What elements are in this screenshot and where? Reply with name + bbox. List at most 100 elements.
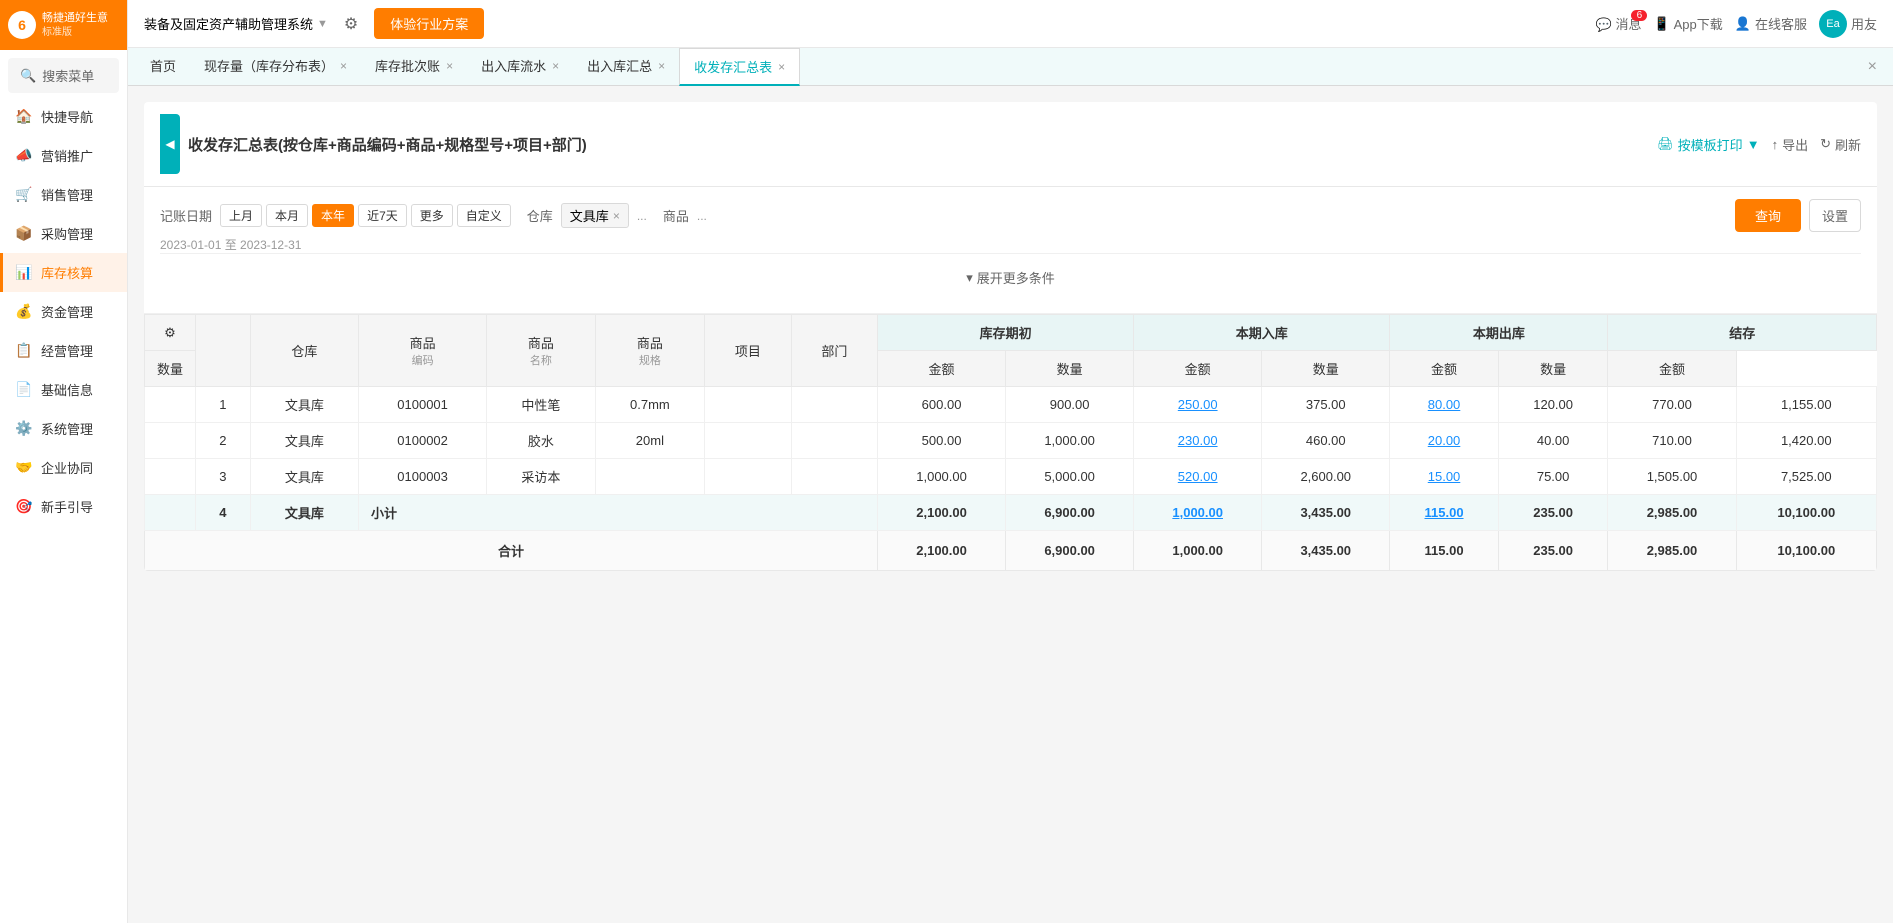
app-logo: 6 畅捷通好生意 标准版	[0, 0, 127, 50]
row-dept	[791, 423, 877, 459]
date-btn-custom[interactable]: 自定义	[457, 204, 511, 227]
sidebar-item-inventory-label: 库存核算	[41, 263, 93, 282]
col-row-num	[196, 315, 251, 387]
sidebar-item-purchase[interactable]: 📦 采购管理	[0, 214, 127, 253]
row-in-qty[interactable]: 250.00	[1134, 387, 1262, 423]
print-btn[interactable]: 🖨 按模板打印 ▼	[1657, 135, 1759, 154]
tab-receive-send-summary-close[interactable]: ×	[778, 60, 785, 74]
sales-icon: 🛒	[15, 186, 33, 204]
user-area[interactable]: Ea 用友	[1819, 10, 1877, 38]
sidebar-item-base-info[interactable]: 📄 基础信息	[0, 370, 127, 409]
sidebar-item-inventory[interactable]: 📊 库存核算	[0, 253, 127, 292]
date-btn-last-month[interactable]: 上月	[220, 204, 262, 227]
tabbar: 首页 现存量（库存分布表） × 库存批次账 × 出入库流水 × 出入库汇总 × …	[128, 48, 1893, 86]
total-opening-amt: 6,900.00	[1006, 531, 1134, 571]
tab-in-out-summary-close[interactable]: ×	[658, 59, 665, 73]
row-in-qty[interactable]: 230.00	[1134, 423, 1262, 459]
sidebar-item-sales-label: 销售管理	[41, 185, 93, 204]
tab-in-out-flow[interactable]: 出入库流水 ×	[467, 48, 573, 85]
tab-inventory-dist[interactable]: 现存量（库存分布表） ×	[190, 48, 361, 85]
query-btn[interactable]: 查询	[1735, 199, 1801, 232]
row-project	[705, 423, 791, 459]
total-row: 合计 2,100.00 6,900.00 1,000.00 3,435.00 1…	[145, 531, 1877, 571]
tab-inventory-dist-close[interactable]: ×	[340, 59, 347, 73]
tab-home-label: 首页	[150, 56, 176, 75]
row-goods-name: 采访本	[487, 459, 595, 495]
sidebar-item-marketing-label: 营销推广	[41, 146, 93, 165]
row-in-qty[interactable]: 520.00	[1134, 459, 1262, 495]
subtotal-out-qty[interactable]: 115.00	[1390, 495, 1498, 531]
subtotal-warehouse: 文具库	[250, 495, 358, 531]
gear-settings-icon[interactable]: ⚙	[344, 14, 358, 34]
warehouse-more-btn[interactable]: ...	[637, 209, 647, 223]
row-num: 2	[196, 423, 251, 459]
row-out-qty[interactable]: 20.00	[1390, 423, 1498, 459]
warehouse-tag-close[interactable]: ×	[613, 209, 620, 223]
date-btn-this-year[interactable]: 本年	[312, 204, 354, 227]
sidebar-item-enterprise[interactable]: 🤝 企业协同	[0, 448, 127, 487]
purchase-icon: 📦	[15, 225, 33, 243]
date-filter-label: 记账日期	[160, 206, 212, 225]
row-num: 3	[196, 459, 251, 495]
sidebar-item-operations[interactable]: 📋 经营管理	[0, 331, 127, 370]
search-icon: 🔍	[20, 68, 36, 84]
sidebar-item-finance[interactable]: 💰 资金管理	[0, 292, 127, 331]
close-all-tabs-btn[interactable]: ×	[1860, 54, 1885, 80]
experience-btn[interactable]: 体验行业方案	[374, 8, 484, 39]
tab-batch-ledger-close[interactable]: ×	[446, 59, 453, 73]
sidebar-item-quick-nav[interactable]: 🏠 快捷导航	[0, 97, 127, 136]
row-goods-spec	[595, 459, 705, 495]
refresh-btn[interactable]: ↻ 刷新	[1820, 135, 1861, 154]
expand-more-btn[interactable]: ▾ 展开更多条件	[966, 268, 1055, 287]
collapse-sidebar-btn[interactable]: ◀	[160, 114, 180, 174]
sidebar-item-sales[interactable]: 🛒 销售管理	[0, 175, 127, 214]
tab-batch-ledger[interactable]: 库存批次账 ×	[361, 48, 467, 85]
sidebar-item-system[interactable]: ⚙️ 系统管理	[0, 409, 127, 448]
warehouse-tag[interactable]: 文具库 ×	[561, 203, 629, 228]
col-opening-amt: 金额	[878, 351, 1006, 387]
system-name: 装备及固定资产辅助管理系统	[144, 14, 313, 33]
total-in-qty: 1,000.00	[1134, 531, 1262, 571]
tab-receive-send-summary[interactable]: 收发存汇总表 ×	[679, 48, 800, 86]
col-in-qty: 数量	[1006, 351, 1134, 387]
sidebar-item-marketing[interactable]: 📣 营销推广	[0, 136, 127, 175]
subtotal-out-amt: 235.00	[1498, 495, 1608, 531]
row-out-qty[interactable]: 80.00	[1390, 387, 1498, 423]
tab-home[interactable]: 首页	[136, 48, 190, 85]
settings-btn[interactable]: 设置	[1809, 199, 1861, 232]
col-group-period-in: 本期入库	[1134, 315, 1390, 351]
date-btn-7days[interactable]: 近7天	[358, 204, 407, 227]
row-warehouse: 文具库	[250, 387, 358, 423]
base-info-icon: 📄	[15, 381, 33, 399]
page-header: ◀ 收发存汇总表(按仓库+商品编码+商品+规格型号+项目+部门) 🖨 按模板打印…	[144, 102, 1877, 187]
online-service-btn[interactable]: 👤 在线客服	[1735, 14, 1807, 33]
row-project	[705, 387, 791, 423]
date-shortcuts: 上月 本月 本年 近7天 更多 自定义	[220, 204, 511, 227]
message-badge-area[interactable]: 💬 消息 6	[1596, 14, 1642, 33]
col-in-amt: 金额	[1134, 351, 1262, 387]
search-menu[interactable]: 🔍 搜索菜单	[8, 58, 119, 93]
app-download-btn[interactable]: 📱 App下载	[1653, 14, 1722, 33]
goods-filter-label: 商品	[663, 206, 689, 225]
total-in-amt: 3,435.00	[1262, 531, 1390, 571]
subtotal-row: 4 文具库 小计 2,100.00 6,900.00 1,000.00 3,43…	[145, 495, 1877, 531]
date-btn-this-month[interactable]: 本月	[266, 204, 308, 227]
logo-icon: 6	[8, 11, 36, 39]
tab-in-out-summary[interactable]: 出入库汇总 ×	[573, 48, 679, 85]
tab-in-out-flow-close[interactable]: ×	[552, 59, 559, 73]
service-icon: 👤	[1735, 16, 1751, 32]
sidebar-item-newbie[interactable]: 🎯 新手引导	[0, 487, 127, 526]
table-settings-icon[interactable]: ⚙	[164, 325, 176, 340]
goods-more-btn[interactable]: ...	[697, 209, 707, 223]
row-goods-name: 中性笔	[487, 387, 595, 423]
export-btn[interactable]: ↑ 导出	[1772, 135, 1809, 154]
sidebar-item-quick-nav-label: 快捷导航	[41, 107, 93, 126]
system-dropdown-icon: ▼	[317, 18, 328, 30]
sidebar-item-finance-label: 资金管理	[41, 302, 93, 321]
date-btn-more[interactable]: 更多	[411, 204, 453, 227]
sidebar: 6 畅捷通好生意 标准版 🔍 搜索菜单 🏠 快捷导航 📣 营销推广 🛒 销售管理…	[0, 0, 128, 923]
col-settings[interactable]: ⚙	[145, 315, 196, 351]
total-out-qty: 115.00	[1390, 531, 1498, 571]
row-out-qty[interactable]: 15.00	[1390, 459, 1498, 495]
subtotal-in-qty[interactable]: 1,000.00	[1134, 495, 1262, 531]
